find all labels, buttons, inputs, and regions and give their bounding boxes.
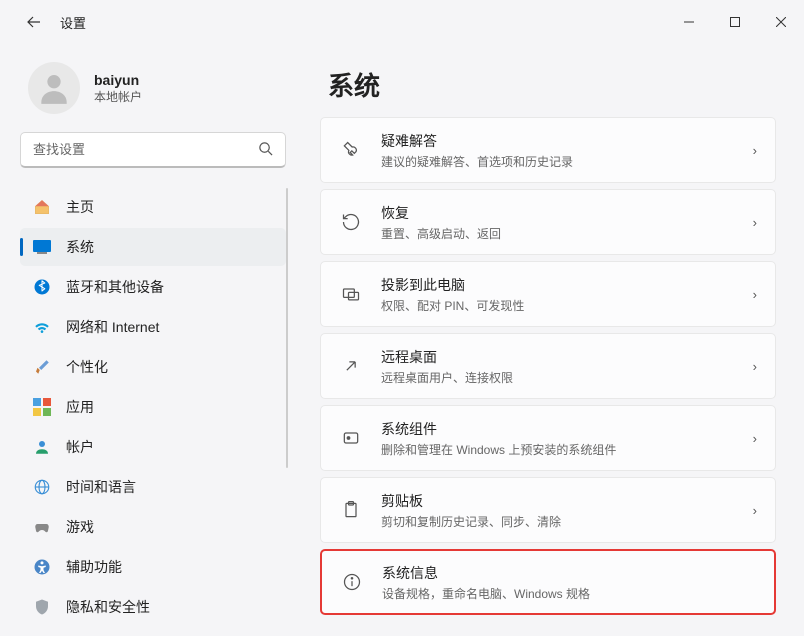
- nav-personalization[interactable]: 个性化: [20, 348, 286, 386]
- accessibility-icon: [32, 557, 52, 577]
- back-button[interactable]: [20, 8, 48, 36]
- chevron-right-icon: ›: [753, 431, 757, 446]
- card-sub: 剪切和复制历史记录、同步、清除: [381, 513, 753, 530]
- user-profile[interactable]: baiyun 本地帐户: [20, 58, 286, 132]
- chevron-right-icon: ›: [753, 503, 757, 518]
- game-icon: [32, 517, 52, 537]
- chevron-right-icon: ›: [753, 215, 757, 230]
- maximize-button[interactable]: [712, 0, 758, 44]
- person-icon: [32, 437, 52, 457]
- page-title: 系统: [320, 66, 776, 103]
- settings-list: 疑难解答 建议的疑难解答、首选项和历史记录 › 恢复 重置、高级启动、返回 › …: [320, 117, 776, 615]
- search-box[interactable]: [20, 132, 286, 168]
- card-components[interactable]: 系统组件 删除和管理在 Windows 上预安装的系统组件 ›: [320, 405, 776, 471]
- card-remote[interactable]: 远程桌面 远程桌面用户、连接权限 ›: [320, 333, 776, 399]
- nav-label: 系统: [66, 237, 94, 257]
- nav-time[interactable]: 时间和语言: [20, 468, 286, 506]
- nav-label: 隐私和安全性: [66, 597, 150, 617]
- shield-icon: [32, 597, 52, 617]
- nav-label: 时间和语言: [66, 477, 136, 497]
- home-icon: [32, 197, 52, 217]
- card-title: 远程桌面: [381, 347, 753, 367]
- nav-label: 主页: [66, 197, 94, 217]
- nav-label: 网络和 Internet: [66, 317, 159, 337]
- minimize-button[interactable]: [666, 0, 712, 44]
- nav: 主页 系统 蓝牙和其他设备 网络和 Internet 个性化: [20, 188, 286, 626]
- card-troubleshoot[interactable]: 疑难解答 建议的疑难解答、首选项和历史记录 ›: [320, 117, 776, 183]
- card-sub: 权限、配对 PIN、可发现性: [381, 297, 753, 314]
- components-icon: [339, 426, 363, 450]
- recovery-icon: [339, 210, 363, 234]
- card-title: 恢复: [381, 203, 753, 223]
- card-recovery[interactable]: 恢复 重置、高级启动、返回 ›: [320, 189, 776, 255]
- card-clipboard[interactable]: 剪贴板 剪切和复制历史记录、同步、清除 ›: [320, 477, 776, 543]
- wrench-icon: [339, 138, 363, 162]
- user-sub: 本地帐户: [94, 88, 142, 105]
- info-icon: [340, 570, 364, 594]
- nav-label: 游戏: [66, 517, 94, 537]
- card-sub: 设备规格，重命名电脑、Windows 规格: [382, 585, 756, 602]
- nav-label: 帐户: [66, 437, 94, 457]
- globe-icon: [32, 477, 52, 497]
- search-input[interactable]: [33, 142, 258, 157]
- user-name: baiyun: [94, 72, 142, 88]
- card-title: 疑难解答: [381, 131, 753, 151]
- card-sub: 重置、高级启动、返回: [381, 225, 753, 242]
- window-title: 设置: [60, 13, 86, 32]
- nav-bluetooth[interactable]: 蓝牙和其他设备: [20, 268, 286, 306]
- nav-network[interactable]: 网络和 Internet: [20, 308, 286, 346]
- remote-icon: [339, 354, 363, 378]
- nav-label: 应用: [66, 397, 94, 417]
- close-button[interactable]: [758, 0, 804, 44]
- nav-accessibility[interactable]: 辅助功能: [20, 548, 286, 586]
- titlebar: 设置: [0, 0, 804, 44]
- sidebar: baiyun 本地帐户 主页 系统: [0, 44, 300, 636]
- search-icon: [258, 141, 273, 159]
- card-title: 系统信息: [382, 563, 756, 583]
- card-project[interactable]: 投影到此电脑 权限、配对 PIN、可发现性 ›: [320, 261, 776, 327]
- project-icon: [339, 282, 363, 306]
- apps-icon: [32, 397, 52, 417]
- nav-system[interactable]: 系统: [20, 228, 286, 266]
- card-title: 剪贴板: [381, 491, 753, 511]
- system-icon: [32, 237, 52, 257]
- clipboard-icon: [339, 498, 363, 522]
- card-about[interactable]: 系统信息 设备规格，重命名电脑、Windows 规格: [320, 549, 776, 615]
- chevron-right-icon: ›: [753, 287, 757, 302]
- main-content: 系统 疑难解答 建议的疑难解答、首选项和历史记录 › 恢复 重置、高级启动、返回…: [300, 44, 804, 636]
- card-sub: 删除和管理在 Windows 上预安装的系统组件: [381, 441, 753, 458]
- nav-label: 蓝牙和其他设备: [66, 277, 164, 297]
- nav-apps[interactable]: 应用: [20, 388, 286, 426]
- bluetooth-icon: [32, 277, 52, 297]
- card-title: 投影到此电脑: [381, 275, 753, 295]
- nav-label: 个性化: [66, 357, 108, 377]
- avatar: [28, 62, 80, 114]
- nav-privacy[interactable]: 隐私和安全性: [20, 588, 286, 626]
- chevron-right-icon: ›: [753, 359, 757, 374]
- nav-label: 辅助功能: [66, 557, 122, 577]
- brush-icon: [32, 357, 52, 377]
- scrollbar[interactable]: [286, 188, 288, 468]
- chevron-right-icon: ›: [753, 143, 757, 158]
- nav-gaming[interactable]: 游戏: [20, 508, 286, 546]
- window-controls: [666, 0, 804, 44]
- card-sub: 远程桌面用户、连接权限: [381, 369, 753, 386]
- card-title: 系统组件: [381, 419, 753, 439]
- nav-home[interactable]: 主页: [20, 188, 286, 226]
- wifi-icon: [32, 317, 52, 337]
- card-sub: 建议的疑难解答、首选项和历史记录: [381, 153, 753, 170]
- nav-accounts[interactable]: 帐户: [20, 428, 286, 466]
